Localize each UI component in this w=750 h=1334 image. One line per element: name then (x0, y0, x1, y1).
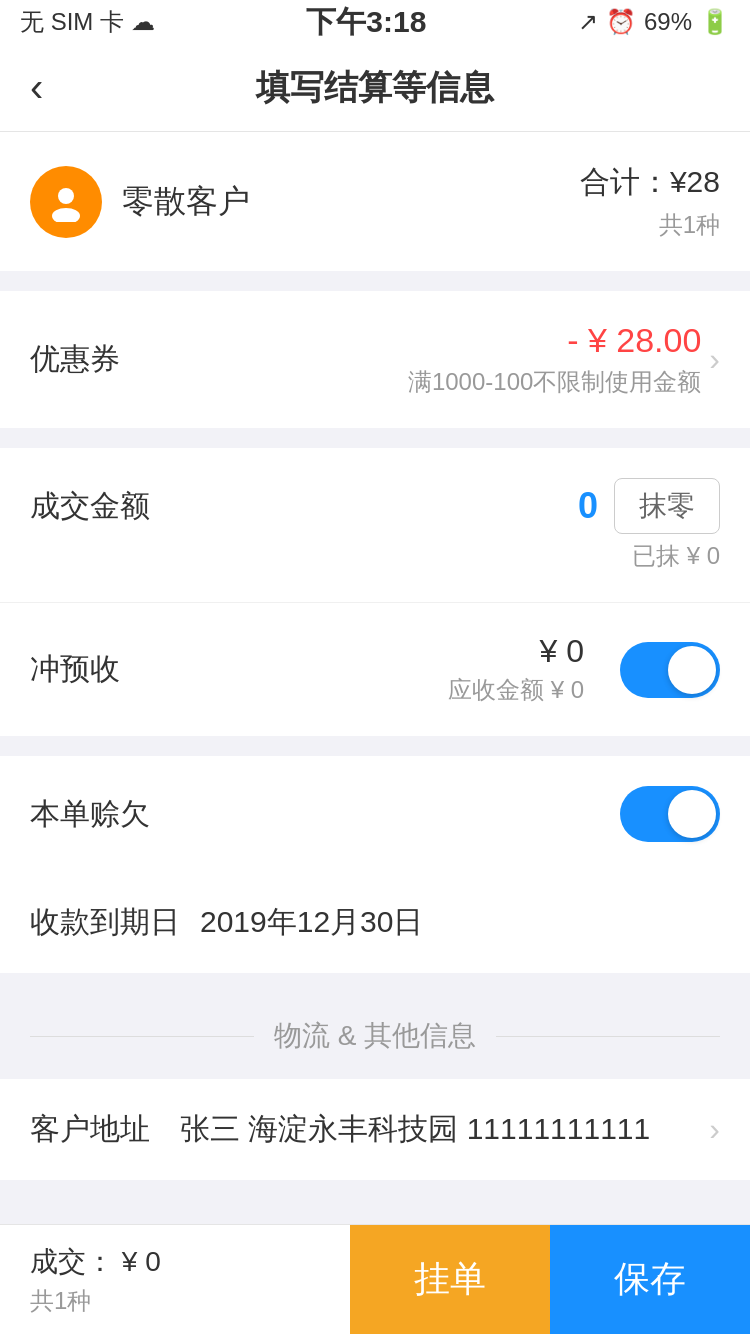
prepay-right-group: ¥ 0 应收金额 ¥ 0 (448, 633, 720, 706)
prepay-info: ¥ 0 应收金额 ¥ 0 (448, 633, 584, 706)
coupon-info: - ¥ 28.00 满1000-100不限制使用金额 (408, 321, 701, 398)
credit-row: 本单赊欠 (0, 756, 750, 872)
coupon-label: 优惠券 (30, 339, 120, 380)
due-date-row: 收款到期日 2019年12月30日 (0, 872, 750, 973)
deal-amount-label: 成交金额 (30, 486, 150, 527)
prepay-label: 冲预收 (30, 649, 120, 690)
deal-top: 成交金额 0 抹零 (30, 478, 720, 534)
prepay-amount: ¥ 0 (448, 633, 584, 670)
prepay-toggle[interactable] (620, 642, 720, 698)
prepay-row: 冲预收 ¥ 0 应收金额 ¥ 0 (0, 603, 750, 736)
logistics-title: 物流 & 其他信息 (274, 1020, 476, 1051)
bottom-bar: 成交： ¥ 0 共1种 挂单 保存 (0, 1224, 750, 1334)
status-time: 下午3:18 (306, 2, 426, 43)
coupon-section: 优惠券 - ¥ 28.00 满1000-100不限制使用金额 › (0, 291, 750, 428)
deal-amount-row: 成交金额 0 抹零 已抹 ¥ 0 (0, 448, 750, 603)
logistics-header: 物流 & 其他信息 (0, 993, 750, 1079)
transaction-section: 成交金额 0 抹零 已抹 ¥ 0 冲预收 ¥ 0 应收金额 ¥ 0 (0, 448, 750, 736)
bottom-deal-amount: ¥ 0 (122, 1246, 161, 1277)
bottom-info: 成交： ¥ 0 共1种 (0, 1243, 350, 1317)
customer-name: 零散客户 (122, 180, 250, 224)
content: 零散客户 合计：¥28 共1种 优惠券 - ¥ 28.00 满1000-100不… (0, 132, 750, 1300)
credit-section: 本单赊欠 收款到期日 2019年12月30日 (0, 756, 750, 973)
status-bar: 无 SIM 卡 ☁ 下午3:18 ↗ ⏰ 69% 🔋 (0, 0, 750, 44)
chevron-right-icon: › (709, 341, 720, 378)
page-title: 填写结算等信息 (256, 65, 494, 111)
credit-toggle-knob (668, 790, 716, 838)
status-left: 无 SIM 卡 ☁ (20, 6, 155, 38)
customer-total: 合计：¥28 (580, 162, 720, 203)
due-date-label: 收款到期日 (30, 902, 180, 943)
bottom-count: 共1种 (30, 1285, 320, 1317)
battery-icon: 🔋 (700, 8, 730, 36)
address-chevron-icon: › (709, 1111, 720, 1148)
deal-amount-value: 0 (578, 485, 598, 527)
status-right: ↗ ⏰ 69% 🔋 (578, 8, 730, 36)
nav-bar: ‹ 填写结算等信息 (0, 44, 750, 132)
credit-toggle[interactable] (620, 786, 720, 842)
address-label: 客户地址 (30, 1109, 150, 1150)
due-date-value: 2019年12月30日 (200, 902, 423, 943)
person-icon (46, 182, 86, 222)
prepay-desc: 应收金额 ¥ 0 (448, 674, 584, 706)
address-value: 张三 海淀永丰科技园 11111111111 (180, 1109, 701, 1150)
customer-count: 共1种 (580, 209, 720, 241)
avatar (30, 166, 102, 238)
back-button[interactable]: ‹ (30, 65, 43, 110)
deal-amount-right: 0 抹零 (578, 478, 720, 534)
battery-text: 69% (644, 8, 692, 36)
round-button[interactable]: 抹零 (614, 478, 720, 534)
coupon-desc: 满1000-100不限制使用金额 (408, 366, 701, 398)
customer-left: 零散客户 (30, 166, 250, 238)
svg-point-1 (52, 208, 80, 222)
coupon-row[interactable]: 优惠券 - ¥ 28.00 满1000-100不限制使用金额 › (0, 291, 750, 428)
credit-label: 本单赊欠 (30, 794, 150, 835)
bottom-deal: 成交： ¥ 0 (30, 1243, 320, 1281)
coupon-amount: - ¥ 28.00 (408, 321, 701, 360)
pending-button[interactable]: 挂单 (350, 1225, 550, 1335)
bottom-deal-label: 成交： (30, 1246, 114, 1277)
address-row[interactable]: 客户地址 张三 海淀永丰科技园 11111111111 › (0, 1079, 750, 1180)
save-button[interactable]: 保存 (550, 1225, 750, 1335)
customer-right: 合计：¥28 共1种 (580, 162, 720, 241)
coupon-right: - ¥ 28.00 满1000-100不限制使用金额 › (408, 321, 720, 398)
sim-status: 无 SIM 卡 ☁ (20, 6, 155, 38)
toggle-knob (668, 646, 716, 694)
location-icon: ↗ (578, 8, 598, 36)
svg-point-0 (58, 188, 74, 204)
logistics-text-wrap: 物流 & 其他信息 (254, 1017, 496, 1055)
deal-bottom-text: 已抹 ¥ 0 (30, 540, 720, 572)
customer-row: 零散客户 合计：¥28 共1种 (0, 132, 750, 271)
alarm-icon: ⏰ (606, 8, 636, 36)
